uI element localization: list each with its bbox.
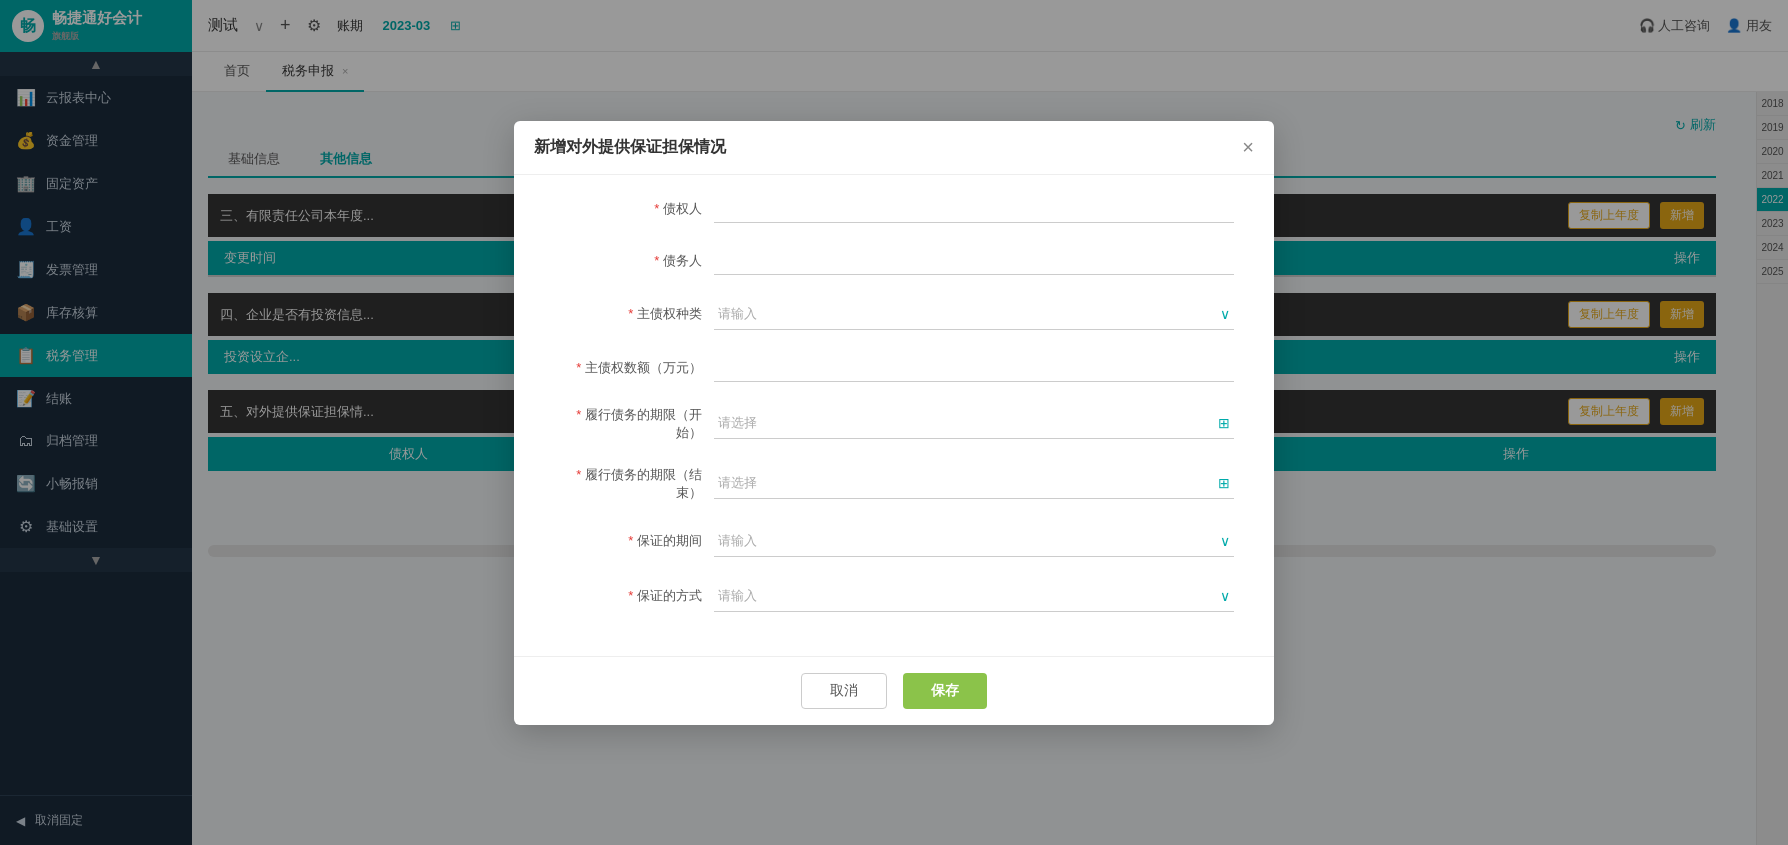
claim-type-label: * 主债权种类: [554, 305, 714, 323]
period-start-input[interactable]: 请选择 ⊞: [714, 408, 1234, 439]
form-row-period-end: * 履行债务的期限（结束） 请选择 ⊞: [554, 466, 1234, 502]
period-start-label: * 履行债务的期限（开始）: [554, 406, 714, 442]
period-start-calendar-icon: ⊞: [1218, 415, 1230, 431]
guarantee-period-label: * 保证的期间: [554, 532, 714, 550]
form-row-debtor: * 债务人: [554, 247, 1234, 275]
claim-amount-input[interactable]: [714, 354, 1234, 382]
modal-dialog: 新增对外提供保证担保情况 × * 债权人 * 债务人: [514, 121, 1274, 725]
form-row-creditor: * 债权人: [554, 195, 1234, 223]
modal-close-button[interactable]: ×: [1242, 137, 1254, 157]
form-row-claim-type: * 主债权种类 请输入 ∨: [554, 299, 1234, 330]
period-end-calendar-icon: ⊞: [1218, 475, 1230, 491]
claim-amount-label: * 主债权数额（万元）: [554, 359, 714, 377]
modal-header: 新增对外提供保证担保情况 ×: [514, 121, 1274, 175]
modal-footer: 取消 保存: [514, 656, 1274, 725]
form-row-guarantee-period: * 保证的期间 请输入 ∨: [554, 526, 1234, 557]
period-end-input[interactable]: 请选择 ⊞: [714, 468, 1234, 499]
creditor-input[interactable]: [714, 195, 1234, 223]
cancel-button[interactable]: 取消: [801, 673, 887, 709]
modal-title: 新增对外提供保证担保情况: [534, 137, 726, 158]
form-row-period-start: * 履行债务的期限（开始） 请选择 ⊞: [554, 406, 1234, 442]
debtor-input[interactable]: [714, 247, 1234, 275]
form-row-guarantee-method: * 保证的方式 请输入 ∨: [554, 581, 1234, 612]
modal-overlay: 新增对外提供保证担保情况 × * 债权人 * 债务人: [0, 0, 1788, 845]
guarantee-period-arrow-icon: ∨: [1220, 533, 1230, 549]
form-row-claim-amount: * 主债权数额（万元）: [554, 354, 1234, 382]
modal-body: * 债权人 * 债务人 * 主债权种类: [514, 175, 1274, 656]
guarantee-method-arrow-icon: ∨: [1220, 588, 1230, 604]
claim-type-arrow-icon: ∨: [1220, 306, 1230, 322]
guarantee-period-select[interactable]: 请输入 ∨: [714, 526, 1234, 557]
creditor-label: * 债权人: [554, 200, 714, 218]
guarantee-method-select[interactable]: 请输入 ∨: [714, 581, 1234, 612]
debtor-label: * 债务人: [554, 252, 714, 270]
period-end-label: * 履行债务的期限（结束）: [554, 466, 714, 502]
save-button[interactable]: 保存: [903, 673, 987, 709]
claim-type-select[interactable]: 请输入 ∨: [714, 299, 1234, 330]
guarantee-method-label: * 保证的方式: [554, 587, 714, 605]
